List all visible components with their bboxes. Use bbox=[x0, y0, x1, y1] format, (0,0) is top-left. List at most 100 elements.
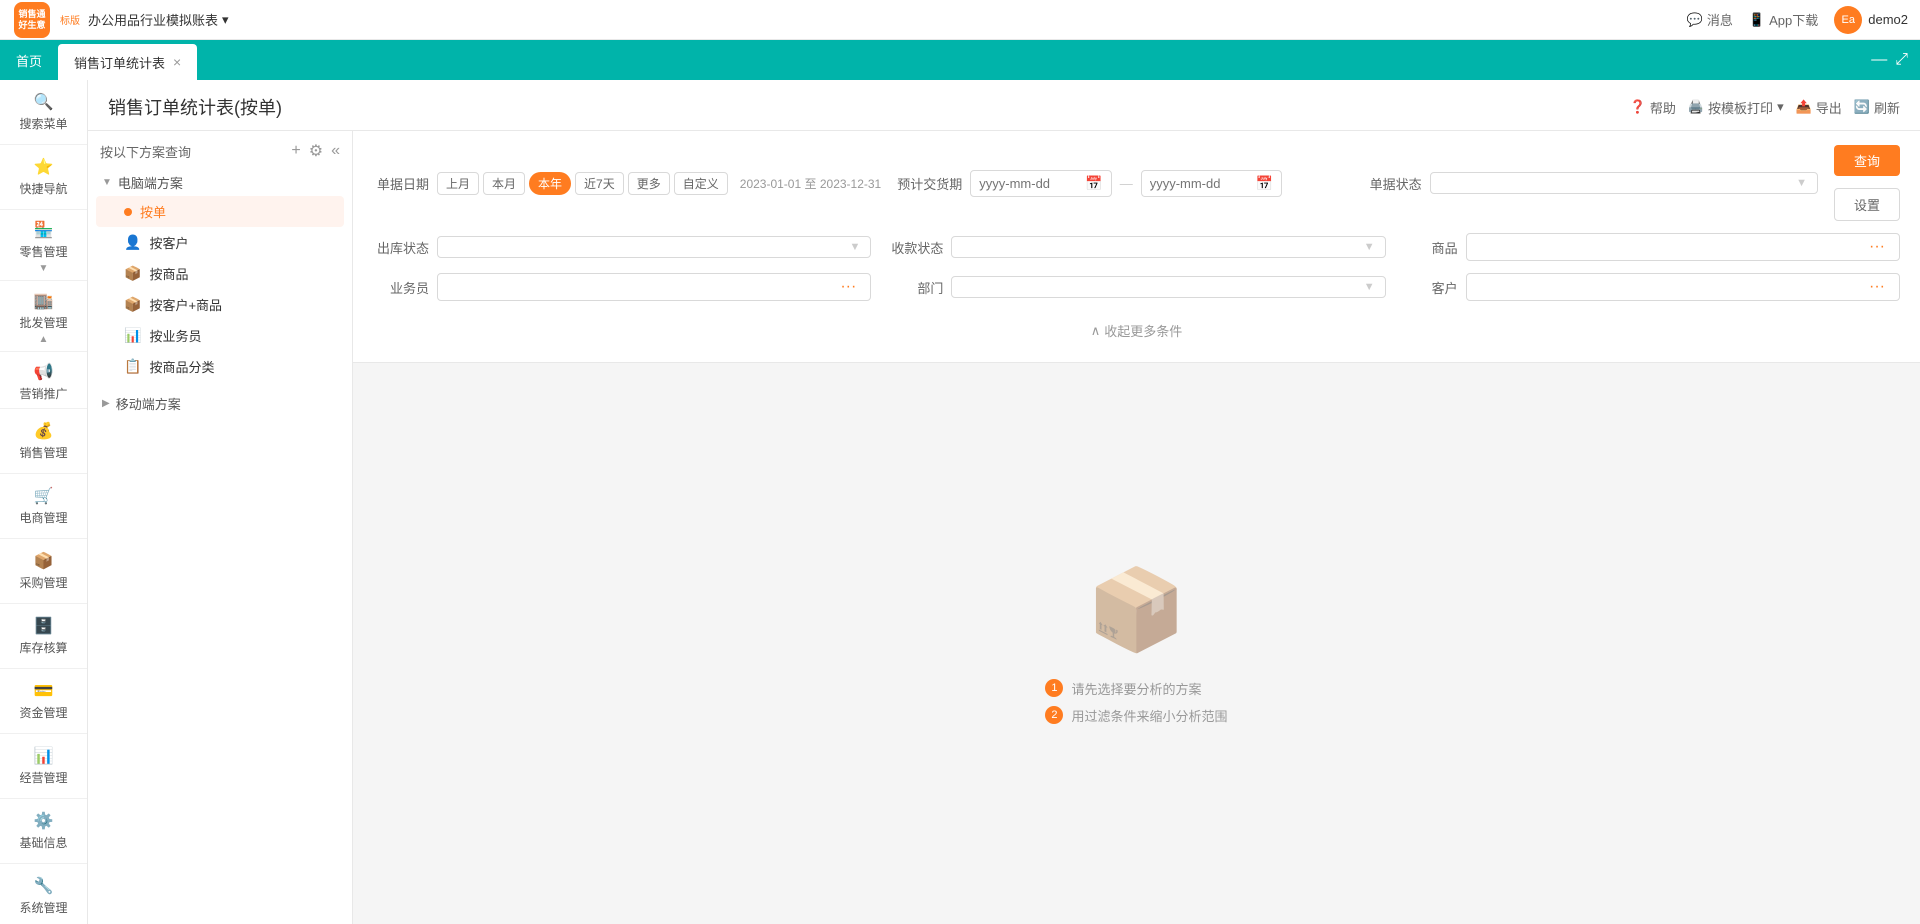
scheme-section-mobile: ▶ 移动端方案 bbox=[88, 390, 352, 417]
wholesale-icon: 🏬 bbox=[34, 291, 54, 311]
message-icon: 💬 bbox=[1687, 12, 1703, 28]
delivery-status-select[interactable]: ▼ bbox=[437, 236, 871, 258]
filter-row-3: 业务员 ··· 部门 ▼ bbox=[373, 273, 1900, 301]
maximize-button[interactable]: ⤢ bbox=[1895, 51, 1908, 69]
sidebar-item-system[interactable]: 🔧 系统管理 bbox=[0, 864, 87, 924]
download-button[interactable]: 📱 App下载 bbox=[1749, 10, 1818, 29]
scheme-item-by-salesperson[interactable]: 📊 按业务员 bbox=[96, 320, 344, 351]
calendar-end-icon: 📅 bbox=[1256, 175, 1273, 192]
tab-sales-order-stats[interactable]: 销售订单统计表 × bbox=[58, 44, 197, 80]
chart-bar-icon: 📊 bbox=[124, 327, 141, 344]
scheme-item-by-customer[interactable]: 👤 按客户 bbox=[96, 227, 344, 258]
sidebar-item-basic[interactable]: ⚙️ 基础信息 bbox=[0, 799, 87, 864]
expected-date-end-input[interactable]: 📅 bbox=[1141, 170, 1282, 197]
message-button[interactable]: 💬 消息 bbox=[1687, 10, 1733, 29]
help-icon: ❓ bbox=[1630, 99, 1646, 115]
collapse-filters-button[interactable]: ∧ 收起更多条件 bbox=[373, 313, 1900, 348]
expected-date-end-field[interactable] bbox=[1150, 176, 1250, 191]
date-quick-buttons: 上月 本月 本年 近7天 更多 自定义 bbox=[437, 172, 728, 195]
print-button[interactable]: 🖨️ 按模板打印 ▾ bbox=[1688, 98, 1784, 117]
sidebar-item-purchase[interactable]: 📦 采购管理 bbox=[0, 539, 87, 604]
date-btn-last-month[interactable]: 上月 bbox=[437, 172, 479, 195]
chevron-up-icon: ▲ bbox=[39, 334, 49, 345]
calendar-start-icon: 📅 bbox=[1085, 175, 1102, 192]
tip-text-2: 用过滤条件来缩小分析范围 bbox=[1071, 706, 1227, 725]
refresh-icon: 🔄 bbox=[1854, 99, 1870, 115]
print-icon: 🖨️ bbox=[1688, 99, 1704, 115]
main: 🔍 搜索菜单 ⭐ 快捷导航 🏪 零售管理 ▼ 🏬 批发管理 ▲ 📢 营销推广 💰… bbox=[0, 80, 1920, 924]
sidebar-item-retail[interactable]: 🏪 零售管理 ▼ bbox=[0, 210, 87, 281]
chevron-down-icon: ▼ bbox=[39, 263, 49, 274]
scheme-item-by-product-category[interactable]: 📋 按商品分类 bbox=[96, 351, 344, 382]
export-button[interactable]: 📤 导出 bbox=[1796, 98, 1842, 117]
refresh-button[interactable]: 🔄 刷新 bbox=[1854, 98, 1900, 117]
dropdown-icon: ▾ bbox=[222, 12, 229, 28]
scheme-section-mobile-header[interactable]: ▶ 移动端方案 bbox=[96, 390, 344, 417]
inventory-icon: 🗄️ bbox=[34, 616, 54, 636]
order-status-select[interactable]: ▼ bbox=[1430, 172, 1818, 194]
expected-date-start-input[interactable]: 📅 bbox=[970, 170, 1111, 197]
goods-label: 商品 bbox=[1402, 238, 1458, 257]
add-scheme-button[interactable]: + bbox=[291, 142, 300, 160]
department-select[interactable]: ▼ bbox=[951, 276, 1385, 298]
content-body: 按以下方案查询 + ⚙ « ▼ 电脑端方案 按单 bbox=[88, 131, 1920, 924]
right-panel: 单据日期 上月 本月 本年 近7天 更多 自定义 2023-01-01 bbox=[353, 131, 1920, 924]
date-btn-more[interactable]: 更多 bbox=[628, 172, 670, 195]
sidebar-item-operation[interactable]: 📊 经营管理 bbox=[0, 734, 87, 799]
tab-close-button[interactable]: × bbox=[173, 54, 181, 70]
tab-home[interactable]: 首页 bbox=[0, 40, 58, 80]
finance-icon: 💳 bbox=[34, 681, 54, 701]
user-profile[interactable]: Ea demo2 bbox=[1834, 6, 1908, 34]
page-title: 销售订单统计表(按单) bbox=[108, 94, 282, 120]
sidebar-item-shortcut[interactable]: ⭐ 快捷导航 bbox=[0, 145, 87, 210]
settings-button[interactable]: 设置 bbox=[1834, 188, 1900, 221]
tip-text-1: 请先选择要分析的方案 bbox=[1071, 679, 1201, 698]
sidebar: 🔍 搜索菜单 ⭐ 快捷导航 🏪 零售管理 ▼ 🏬 批发管理 ▲ 📢 营销推广 💰… bbox=[0, 80, 88, 924]
goods-select[interactable]: ··· bbox=[1466, 233, 1900, 261]
scheme-item-by-order[interactable]: 按单 bbox=[96, 196, 344, 227]
print-dropdown-icon: ▾ bbox=[1777, 99, 1784, 115]
scheme-item-by-product[interactable]: 📦 按商品 bbox=[96, 258, 344, 289]
payment-label: 收款状态 bbox=[887, 238, 943, 257]
sidebar-item-search[interactable]: 🔍 搜索菜单 bbox=[0, 80, 87, 145]
scheme-section-desktop-header[interactable]: ▼ 电脑端方案 bbox=[96, 169, 344, 196]
app-selector[interactable]: 办公用品行业模拟账表 ▾ bbox=[88, 10, 229, 29]
query-button[interactable]: 查询 bbox=[1834, 145, 1900, 176]
status-dropdown-icon: ▼ bbox=[1796, 177, 1807, 189]
department-group: 部门 ▼ bbox=[887, 276, 1385, 298]
expected-date-group: 预计交货期 📅 — 📅 bbox=[897, 170, 1349, 197]
date-btn-this-year[interactable]: 本年 bbox=[529, 172, 571, 195]
customer-select[interactable]: ··· bbox=[1466, 273, 1900, 301]
department-label: 部门 bbox=[887, 278, 943, 297]
salesperson-select[interactable]: ··· bbox=[437, 273, 871, 301]
date-range-display: 2023-01-01 至 2023-12-31 bbox=[740, 175, 881, 192]
sidebar-item-wholesale[interactable]: 🏬 批发管理 ▲ bbox=[0, 281, 87, 352]
scheme-item-by-customer-product[interactable]: 📦 按客户+商品 bbox=[96, 289, 344, 320]
expected-date-start-field[interactable] bbox=[979, 176, 1079, 191]
collapse-panel-button[interactable]: « bbox=[331, 142, 340, 160]
customer-product-icon: 📦 bbox=[124, 296, 141, 313]
sidebar-item-inventory[interactable]: 🗄️ 库存核算 bbox=[0, 604, 87, 669]
sidebar-item-sales[interactable]: 💰 销售管理 bbox=[0, 409, 87, 474]
sidebar-item-marketing[interactable]: 📢 营销推广 bbox=[0, 352, 87, 409]
date-btn-custom[interactable]: 自定义 bbox=[674, 172, 728, 195]
customer-more-icon[interactable]: ··· bbox=[1865, 278, 1889, 296]
sidebar-item-ecommerce[interactable]: 🛒 电商管理 bbox=[0, 474, 87, 539]
date-btn-this-month[interactable]: 本月 bbox=[483, 172, 525, 195]
salesperson-label: 业务员 bbox=[373, 278, 429, 297]
topbar: 销售通好生意 标版 办公用品行业模拟账表 ▾ 💬 消息 📱 App下载 Ea d… bbox=[0, 0, 1920, 40]
filter-row-1: 单据日期 上月 本月 本年 近7天 更多 自定义 2023-01-01 bbox=[373, 145, 1900, 221]
sidebar-item-finance[interactable]: 💳 资金管理 bbox=[0, 669, 87, 734]
minimize-button[interactable]: — bbox=[1871, 51, 1887, 69]
salesperson-more-icon[interactable]: ··· bbox=[836, 278, 860, 296]
star-icon: ⭐ bbox=[34, 157, 54, 177]
payment-status-select[interactable]: ▼ bbox=[951, 236, 1385, 258]
help-button[interactable]: ❓ 帮助 bbox=[1630, 98, 1676, 117]
settings-scheme-button[interactable]: ⚙ bbox=[309, 141, 323, 161]
date-btn-last-7-days[interactable]: 近7天 bbox=[575, 172, 624, 195]
page-actions: ❓ 帮助 🖨️ 按模板打印 ▾ 📤 导出 🔄 刷新 bbox=[1630, 98, 1900, 117]
collapse-up-icon: ∧ bbox=[1091, 323, 1101, 339]
payment-dropdown-icon: ▼ bbox=[1364, 241, 1375, 253]
goods-more-icon[interactable]: ··· bbox=[1865, 238, 1889, 256]
customer-label: 客户 bbox=[1402, 278, 1458, 297]
